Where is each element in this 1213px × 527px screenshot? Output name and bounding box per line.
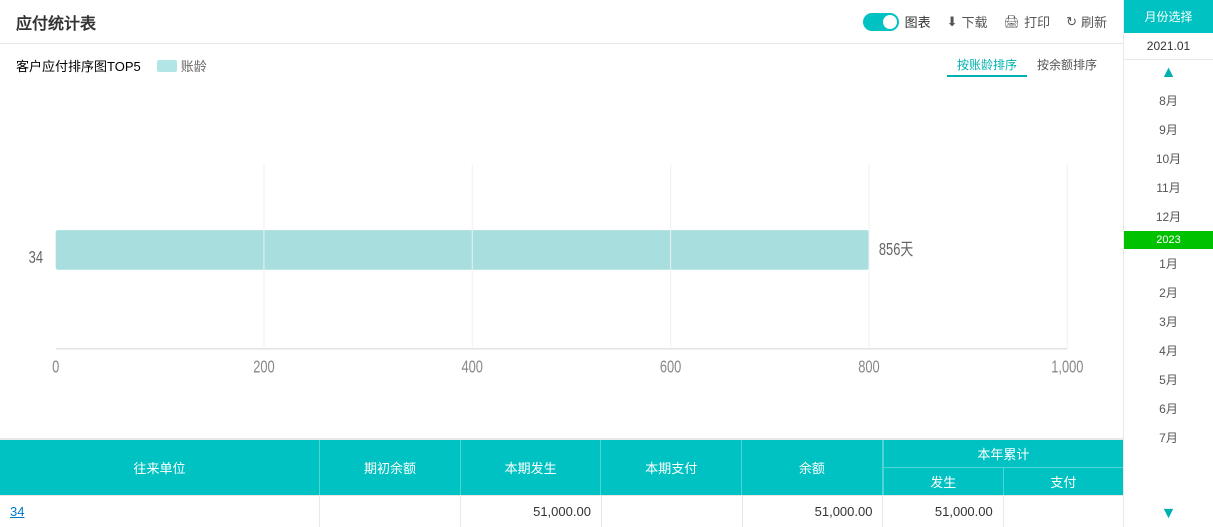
th-col6-subs: 发生 支付	[884, 468, 1123, 495]
th-col3: 本期发生	[461, 440, 602, 495]
sidebar-month-4[interactable]: 4月	[1124, 336, 1213, 365]
sort-by-amount-btn[interactable]: 按余额排序	[1027, 54, 1107, 77]
refresh-button[interactable]: ↻ 刷新	[1066, 12, 1107, 31]
chart-toggle-label: 图表	[905, 12, 931, 31]
main-content: 应付统计表 图表 ⬇ 下载 🖨 打印 ↻ 刷新 客户应付排序图TOP5	[0, 0, 1123, 527]
download-label: 下载	[962, 12, 988, 31]
chart-svg: 34 856天 0 200 400 600 800 1,000	[16, 85, 1107, 428]
td-col1-link[interactable]: 34	[10, 504, 24, 519]
download-icon: ⬇	[947, 14, 958, 30]
refresh-label: 刷新	[1081, 12, 1107, 31]
sidebar-month-12[interactable]: 12月	[1124, 202, 1213, 231]
header-actions: 图表 ⬇ 下载 🖨 打印 ↻ 刷新	[863, 12, 1107, 31]
td-col6-sub1: 51,000.00	[883, 496, 1003, 527]
page-title: 应付统计表	[16, 10, 96, 34]
th-col4: 本期支付	[601, 440, 742, 495]
sidebar-month-8[interactable]: 8月	[1124, 86, 1213, 115]
chart-toggle-wrapper: 图表	[863, 12, 931, 31]
chart-legend: 客户应付排序图TOP5 账龄 按账龄排序 按余额排序	[16, 54, 1107, 77]
chart-container: 34 856天 0 200 400 600 800 1,000	[16, 85, 1107, 428]
sidebar-months: 8月 9月 10月 11月 12月 2023 1月 2月 3月 4月 5月 6月…	[1124, 86, 1213, 501]
legend-color-box	[157, 60, 177, 72]
svg-text:0: 0	[52, 358, 59, 377]
td-col2	[320, 496, 461, 527]
th-col6-sub1: 发生	[884, 468, 1003, 495]
svg-text:200: 200	[253, 358, 274, 377]
table-area: 往来单位 期初余额 本期发生 本期支付 余额 本年累计 发生 支付 34 51,…	[0, 438, 1123, 527]
print-button[interactable]: 🖨 打印	[1004, 12, 1051, 31]
td-col6-group: 51,000.00	[883, 496, 1123, 527]
td-col3: 51,000.00	[461, 496, 602, 527]
sidebar-month-6[interactable]: 6月	[1124, 394, 1213, 423]
sidebar-header: 月份选择	[1124, 0, 1213, 33]
svg-text:400: 400	[461, 358, 482, 377]
sidebar: 月份选择 2021.01 ▲ 8月 9月 10月 11月 12月 2023 1月…	[1123, 0, 1213, 527]
svg-text:34: 34	[29, 248, 43, 267]
svg-text:600: 600	[660, 358, 681, 377]
sidebar-month-9[interactable]: 9月	[1124, 115, 1213, 144]
legend-title: 客户应付排序图TOP5	[16, 56, 141, 75]
th-col1: 往来单位	[0, 440, 320, 495]
print-icon: 🖨	[1004, 14, 1021, 30]
chart-area: 客户应付排序图TOP5 账龄 按账龄排序 按余额排序 34 856天	[0, 44, 1123, 438]
sidebar-month-11[interactable]: 11月	[1124, 173, 1213, 202]
th-col6-sub2: 支付	[1003, 468, 1123, 495]
th-col6-group-label: 本年累计	[884, 440, 1123, 468]
td-col1: 34	[0, 496, 320, 527]
sort-by-account-btn[interactable]: 按账龄排序	[947, 54, 1027, 77]
table-header: 往来单位 期初余额 本期发生 本期支付 余额 本年累计 发生 支付	[0, 440, 1123, 495]
th-col2: 期初余额	[320, 440, 461, 495]
svg-text:800: 800	[858, 358, 879, 377]
print-label: 打印	[1024, 12, 1050, 31]
legend-item: 账龄	[157, 56, 207, 75]
sidebar-year-2023: 2023	[1124, 231, 1213, 249]
sidebar-month-7[interactable]: 7月	[1124, 423, 1213, 452]
sort-buttons: 按账龄排序 按余额排序	[947, 54, 1107, 77]
legend-label: 账龄	[181, 56, 207, 75]
td-col6-sub2	[1004, 496, 1123, 527]
header: 应付统计表 图表 ⬇ 下载 🖨 打印 ↻ 刷新	[0, 0, 1123, 44]
svg-text:1,000: 1,000	[1051, 358, 1083, 377]
sidebar-month-10[interactable]: 10月	[1124, 144, 1213, 173]
th-col5: 余额	[742, 440, 883, 495]
table-row: 34 51,000.00 51,000.00 51,000.00	[0, 495, 1123, 527]
sidebar-month-3[interactable]: 3月	[1124, 307, 1213, 336]
sidebar-month-5[interactable]: 5月	[1124, 365, 1213, 394]
sidebar-scroll-down-btn[interactable]: ▼	[1124, 501, 1213, 527]
download-button[interactable]: ⬇ 下载	[947, 12, 988, 31]
sidebar-scroll-up-btn[interactable]: ▲	[1124, 60, 1213, 86]
sidebar-month-1[interactable]: 1月	[1124, 249, 1213, 278]
sidebar-year-input[interactable]: 2021.01	[1124, 33, 1213, 60]
sidebar-month-2[interactable]: 2月	[1124, 278, 1213, 307]
td-col4	[602, 496, 743, 527]
chart-toggle[interactable]	[863, 13, 899, 31]
refresh-icon: ↻	[1066, 14, 1077, 30]
svg-text:856天: 856天	[879, 240, 913, 259]
th-col6-group: 本年累计 发生 支付	[883, 440, 1123, 495]
td-col5: 51,000.00	[743, 496, 884, 527]
